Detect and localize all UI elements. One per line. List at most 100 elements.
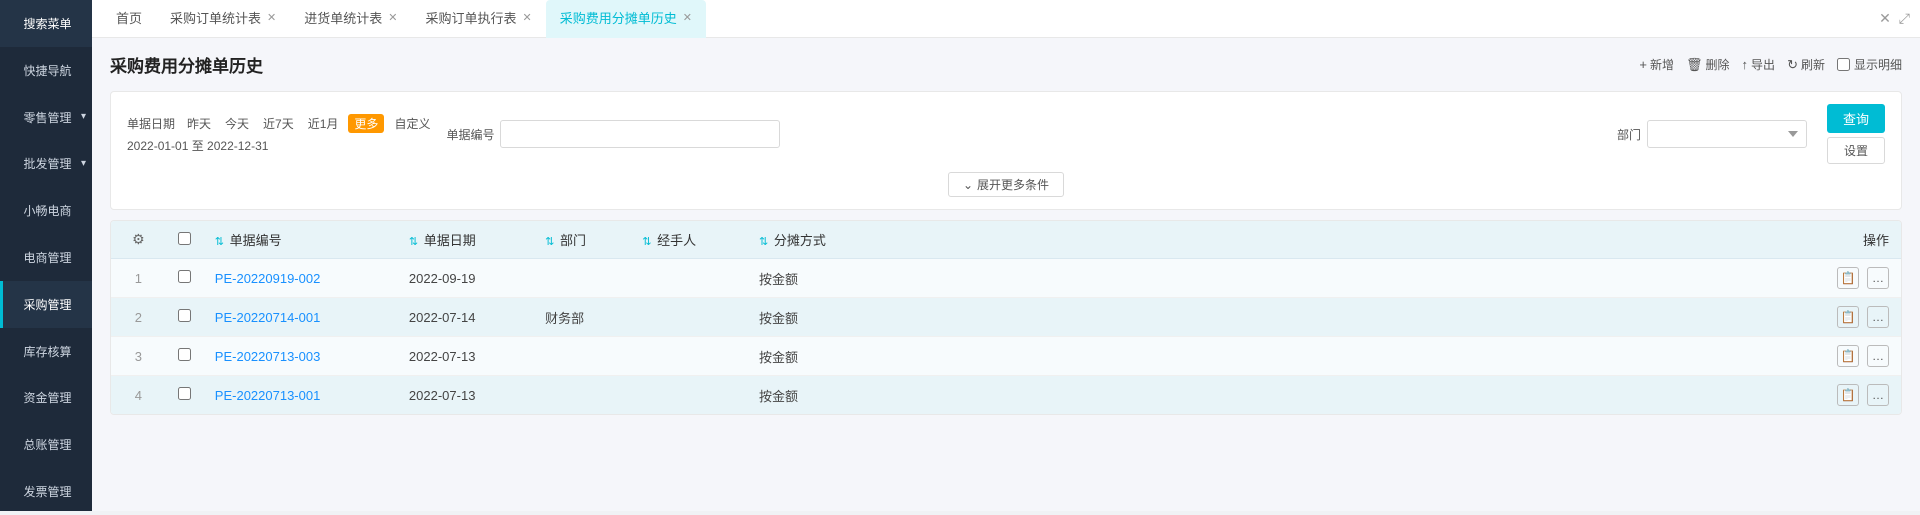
view-icon-2[interactable]: 📋: [1837, 306, 1859, 328]
row-checkbox-3[interactable]: [178, 348, 191, 361]
show-detail-checkbox[interactable]: [1837, 58, 1850, 71]
td-checkbox-1: [166, 259, 203, 298]
td-checkbox-2: [166, 298, 203, 337]
sidebar-item-mobile-commerce[interactable]: 小畅电商: [0, 187, 92, 234]
date-btn-7days[interactable]: 近7天: [259, 114, 298, 133]
sidebar-item-purchase[interactable]: 采购管理: [0, 281, 92, 328]
page-title: 采购费用分摊单历史: [110, 52, 263, 77]
table: ⚙ ⇅ 单据编号 ⇅ 单据日期: [111, 221, 1901, 414]
query-button[interactable]: 查询: [1827, 104, 1885, 133]
date-quick-buttons: 昨天 今天 近7天 近1月 更多 自定义: [183, 114, 434, 133]
page-header: 采购费用分摊单历史 + 新增 🗑 删除 ↑ 导出 ↻ 刷新: [110, 52, 1902, 77]
sort-dept-icon[interactable]: ⇅: [545, 236, 554, 248]
sidebar-item-search[interactable]: 搜索菜单: [0, 0, 92, 47]
expand-conditions-button[interactable]: ⌄ 展开更多条件: [948, 172, 1064, 197]
expand-window-icon[interactable]: ⤢: [1899, 10, 1910, 27]
row-checkbox-1[interactable]: [178, 270, 191, 283]
sidebar-item-inventory[interactable]: 库存核算: [0, 328, 92, 375]
td-date-2: 2022-07-14: [397, 298, 533, 337]
td-handler-2: [630, 298, 747, 337]
sort-split-method-icon[interactable]: ⇅: [759, 236, 768, 248]
tab-close-purchase-cost-history[interactable]: ✕: [683, 11, 692, 24]
order-no-link-1[interactable]: PE-20220919-002: [215, 271, 321, 286]
view-icon-4[interactable]: 📋: [1837, 384, 1859, 406]
select-all-checkbox[interactable]: [178, 232, 191, 245]
view-icon-3[interactable]: 📋: [1837, 345, 1859, 367]
chevron-down-icon: ⌄: [963, 178, 973, 192]
sidebar-item-wholesale[interactable]: 批发管理: [0, 140, 92, 187]
settings-icon[interactable]: ⚙: [132, 231, 145, 247]
row-checkbox-4[interactable]: [178, 387, 191, 400]
row-checkbox-2[interactable]: [178, 309, 191, 322]
td-split-method-2: 按金额: [747, 298, 1821, 337]
tab-purchase-order-exec[interactable]: 采购订单执行表 ✕: [411, 0, 545, 38]
td-ops-1: 📋 …: [1821, 259, 1901, 298]
date-btn-1month[interactable]: 近1月: [304, 114, 343, 133]
sort-handler-icon[interactable]: ⇅: [642, 236, 651, 248]
td-handler-3: [630, 337, 747, 376]
order-no-link-3[interactable]: PE-20220713-003: [215, 349, 321, 364]
delete-icon: 🗑: [1686, 57, 1703, 73]
table-row: 1 PE-20220919-002 2022-09-19 按金额 📋: [111, 259, 1901, 298]
tab-purchase-receive-stats[interactable]: 进货单统计表 ✕: [290, 0, 411, 38]
td-row-num-1: 1: [111, 259, 166, 298]
show-detail-checkbox-label[interactable]: 显示明细: [1837, 56, 1902, 73]
more-icon-4[interactable]: …: [1867, 384, 1889, 406]
td-dept-4: [533, 376, 630, 415]
sidebar-item-ecommerce[interactable]: 电商管理: [0, 234, 92, 281]
date-btn-yesterday[interactable]: 昨天: [183, 114, 215, 133]
date-filter-group: 单据日期 昨天 今天 近7天 近1月 更多 自定义 2022-01-01 至 2…: [127, 114, 434, 154]
date-filter-label: 单据日期: [127, 115, 175, 132]
sidebar-item-quick-nav[interactable]: 快捷导航: [0, 47, 92, 94]
th-handler: ⇅ 经手人: [630, 221, 747, 259]
order-no-link-2[interactable]: PE-20220714-001: [215, 310, 321, 325]
sidebar-item-ledger[interactable]: 总账管理: [0, 421, 92, 468]
tab-home[interactable]: 首页: [102, 0, 156, 38]
add-button[interactable]: + 新增: [1639, 56, 1674, 73]
setting-button[interactable]: 设置: [1827, 137, 1885, 164]
sidebar-item-retail[interactable]: 零售管理: [0, 94, 92, 141]
order-no-link-4[interactable]: PE-20220713-001: [215, 388, 321, 403]
sidebar: 搜索菜单 快捷导航 零售管理 批发管理 小畅电商 电商管理 采购管理 库存核算 …: [0, 0, 92, 511]
td-ops-2: 📋 …: [1821, 298, 1901, 337]
order-no-input[interactable]: [500, 120, 780, 148]
date-btn-today[interactable]: 今天: [221, 114, 253, 133]
close-all-tabs-icon[interactable]: ✕: [1879, 10, 1891, 27]
th-ops: 操作: [1821, 221, 1901, 259]
th-date: ⇅ 单据日期: [397, 221, 533, 259]
tab-bar: 首页 采购订单统计表 ✕ 进货单统计表 ✕ 采购订单执行表 ✕ 采购费用分摊单历…: [92, 0, 1920, 38]
more-icon-1[interactable]: …: [1867, 267, 1889, 289]
td-order-no-1: PE-20220919-002: [203, 259, 397, 298]
refresh-button[interactable]: ↻ 刷新: [1787, 56, 1825, 73]
td-checkbox-4: [166, 376, 203, 415]
date-range-display: 2022-01-01 至 2022-12-31: [127, 137, 434, 154]
more-icon-3[interactable]: …: [1867, 345, 1889, 367]
sidebar-item-finance[interactable]: 资金管理: [0, 374, 92, 421]
dept-select[interactable]: [1647, 120, 1807, 148]
add-icon: +: [1639, 57, 1647, 72]
export-icon: ↑: [1742, 57, 1749, 72]
header-actions: + 新增 🗑 删除 ↑ 导出 ↻ 刷新 显示明细: [1639, 56, 1902, 73]
export-button[interactable]: ↑ 导出: [1742, 56, 1776, 73]
tab-purchase-order-stats[interactable]: 采购订单统计表 ✕: [156, 0, 290, 38]
td-date-1: 2022-09-19: [397, 259, 533, 298]
tab-purchase-cost-history[interactable]: 采购费用分摊单历史 ✕: [546, 0, 706, 38]
date-btn-custom[interactable]: 自定义: [390, 114, 434, 133]
tab-actions: ✕ ⤢: [1879, 10, 1910, 27]
view-icon-1[interactable]: 📋: [1837, 267, 1859, 289]
tab-close-purchase-order-stats[interactable]: ✕: [267, 11, 276, 24]
td-row-num-4: 4: [111, 376, 166, 415]
delete-button[interactable]: 🗑 删除: [1686, 56, 1730, 73]
sidebar-item-invoice[interactable]: 发票管理: [0, 468, 92, 515]
sort-order-no-icon[interactable]: ⇅: [215, 236, 224, 248]
td-ops-3: 📋 …: [1821, 337, 1901, 376]
date-btn-more[interactable]: 更多: [348, 114, 384, 133]
table-row: 2 PE-20220714-001 2022-07-14 财务部 按金额 📋: [111, 298, 1901, 337]
more-icon-2[interactable]: …: [1867, 306, 1889, 328]
sort-date-icon[interactable]: ⇅: [409, 236, 418, 248]
tab-close-purchase-order-exec[interactable]: ✕: [523, 11, 532, 24]
td-split-method-1: 按金额: [747, 259, 1821, 298]
tab-close-purchase-receive-stats[interactable]: ✕: [388, 11, 397, 24]
th-settings: ⚙: [111, 221, 166, 259]
td-dept-2: 财务部: [533, 298, 630, 337]
